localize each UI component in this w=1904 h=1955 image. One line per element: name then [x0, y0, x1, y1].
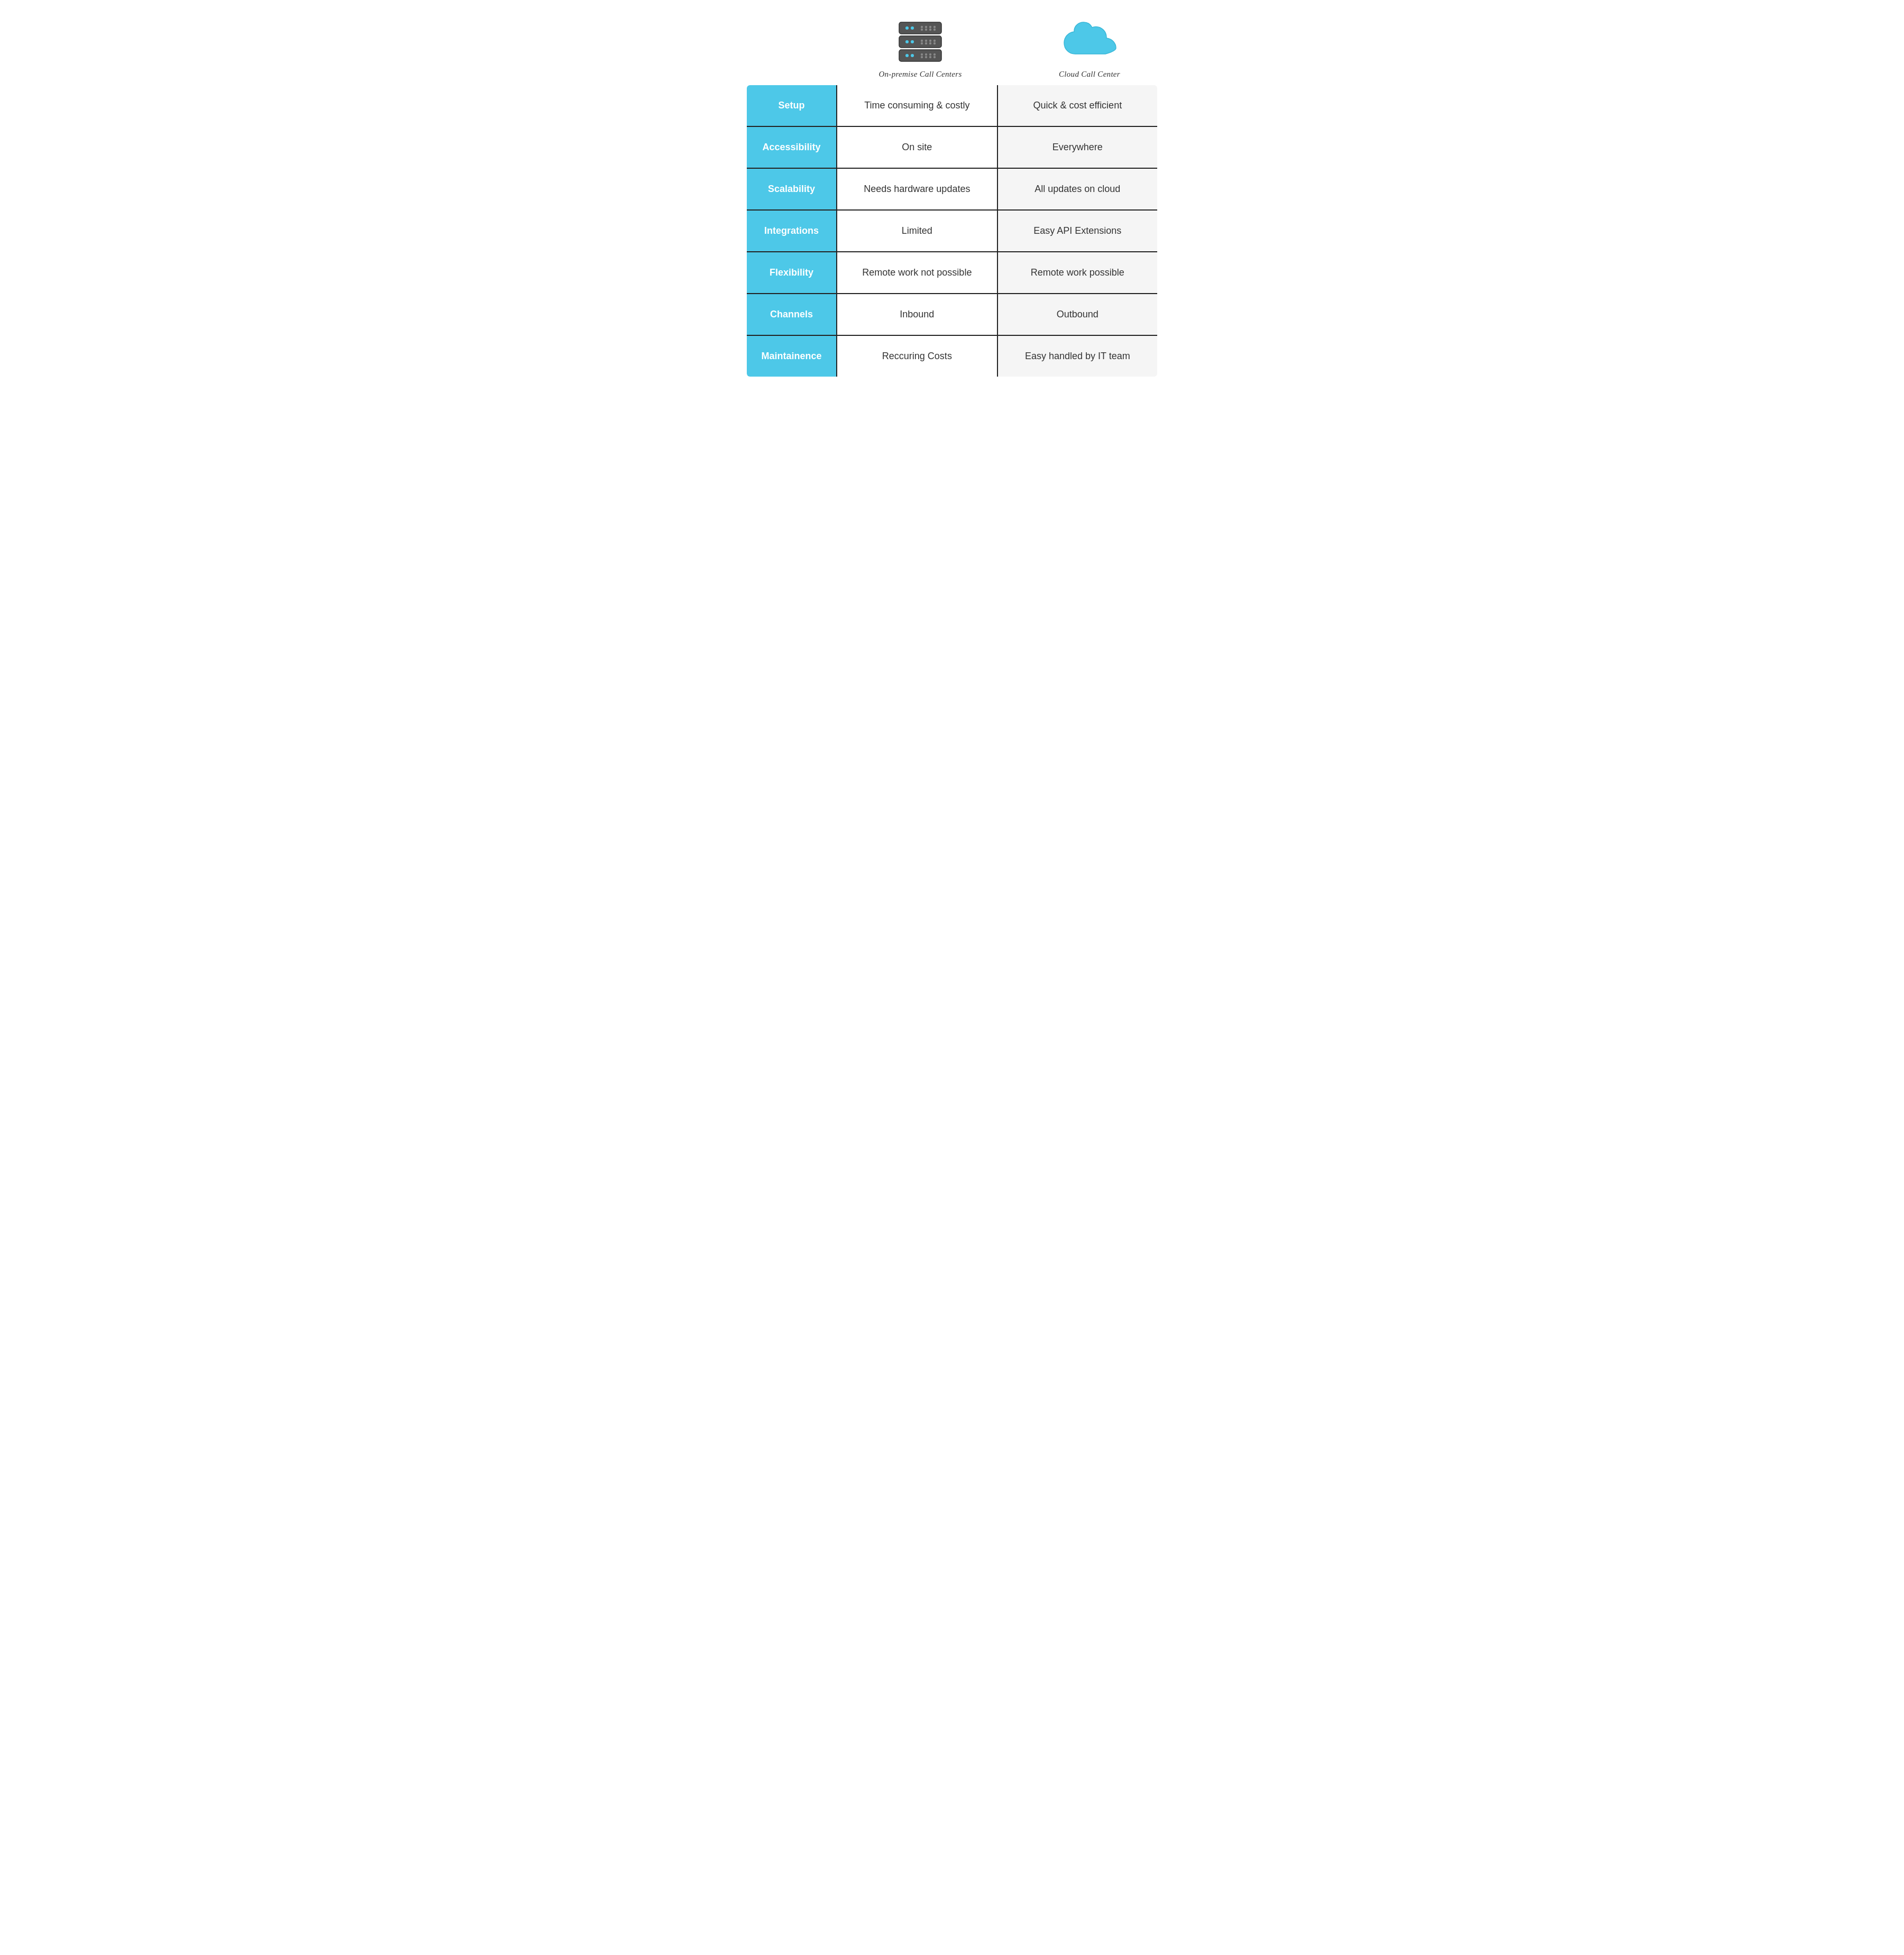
feature-cell: Channels — [746, 294, 837, 335]
onprem-cell: Limited — [837, 210, 997, 252]
svg-point-30 — [925, 56, 927, 58]
table-row: ScalabilityNeeds hardware updatesAll upd… — [746, 168, 1158, 210]
table-row: IntegrationsLimitedEasy API Extensions — [746, 210, 1158, 252]
table-row: SetupTime consuming & costlyQuick & cost… — [746, 85, 1158, 126]
cloud-cell: Outbound — [997, 294, 1158, 335]
cloud-cell: Everywhere — [997, 126, 1158, 168]
feature-cell: Flexibility — [746, 252, 837, 294]
svg-point-13 — [905, 40, 909, 43]
feature-cell: Integrations — [746, 210, 837, 252]
svg-point-15 — [921, 40, 923, 42]
feature-cell: Accessibility — [746, 126, 837, 168]
table-row: MaintainenceReccuring CostsEasy handled … — [746, 335, 1158, 377]
svg-point-22 — [933, 42, 936, 44]
cloud-cell: All updates on cloud — [997, 168, 1158, 210]
server-icon — [896, 21, 944, 63]
svg-point-21 — [929, 42, 931, 44]
onprem-cell: Reccuring Costs — [837, 335, 997, 377]
svg-point-8 — [933, 26, 936, 28]
svg-point-25 — [921, 53, 923, 56]
page-wrapper: On-premise Call Centers Cloud Call Cente… — [746, 21, 1158, 378]
svg-point-24 — [911, 54, 914, 57]
onprem-column-header: On-premise Call Centers — [867, 21, 973, 79]
onprem-cell: Remote work not possible — [837, 252, 997, 294]
cloud-icon — [1060, 21, 1119, 63]
cloud-cell: Quick & cost efficient — [997, 85, 1158, 126]
svg-point-11 — [929, 29, 931, 31]
table-row: AccessibilityOn siteEverywhere — [746, 126, 1158, 168]
table-row: FlexibilityRemote work not possibleRemot… — [746, 252, 1158, 294]
svg-point-32 — [933, 56, 936, 58]
svg-point-10 — [925, 29, 927, 31]
table-row: ChannelsInboundOutbound — [746, 294, 1158, 335]
svg-point-5 — [921, 26, 923, 28]
svg-point-27 — [929, 53, 931, 56]
onprem-cell: Inbound — [837, 294, 997, 335]
svg-point-16 — [925, 40, 927, 42]
svg-point-19 — [921, 42, 923, 44]
svg-point-18 — [933, 40, 936, 42]
svg-point-17 — [929, 40, 931, 42]
svg-point-3 — [905, 26, 909, 30]
svg-point-28 — [933, 53, 936, 56]
svg-point-31 — [929, 56, 931, 58]
cloud-column-header: Cloud Call Center — [1037, 21, 1142, 79]
svg-point-4 — [911, 26, 914, 30]
svg-point-14 — [911, 40, 914, 43]
cloud-cell: Remote work possible — [997, 252, 1158, 294]
svg-point-9 — [921, 29, 923, 31]
svg-point-26 — [925, 53, 927, 56]
cloud-cell: Easy handled by IT team — [997, 335, 1158, 377]
svg-point-20 — [925, 42, 927, 44]
onprem-cell: Time consuming & costly — [837, 85, 997, 126]
onprem-cell: On site — [837, 126, 997, 168]
onprem-cell: Needs hardware updates — [837, 168, 997, 210]
feature-cell: Setup — [746, 85, 837, 126]
feature-cell: Scalability — [746, 168, 837, 210]
svg-point-12 — [933, 29, 936, 31]
cloud-cell: Easy API Extensions — [997, 210, 1158, 252]
svg-point-29 — [921, 56, 923, 58]
svg-point-6 — [925, 26, 927, 28]
feature-cell: Maintainence — [746, 335, 837, 377]
onprem-title: On-premise Call Centers — [878, 70, 962, 79]
cloud-title: Cloud Call Center — [1059, 70, 1120, 79]
svg-point-7 — [929, 26, 931, 28]
comparison-table: SetupTime consuming & costlyQuick & cost… — [746, 84, 1158, 378]
svg-point-23 — [905, 54, 909, 57]
header-section: On-premise Call Centers Cloud Call Cente… — [746, 21, 1158, 79]
